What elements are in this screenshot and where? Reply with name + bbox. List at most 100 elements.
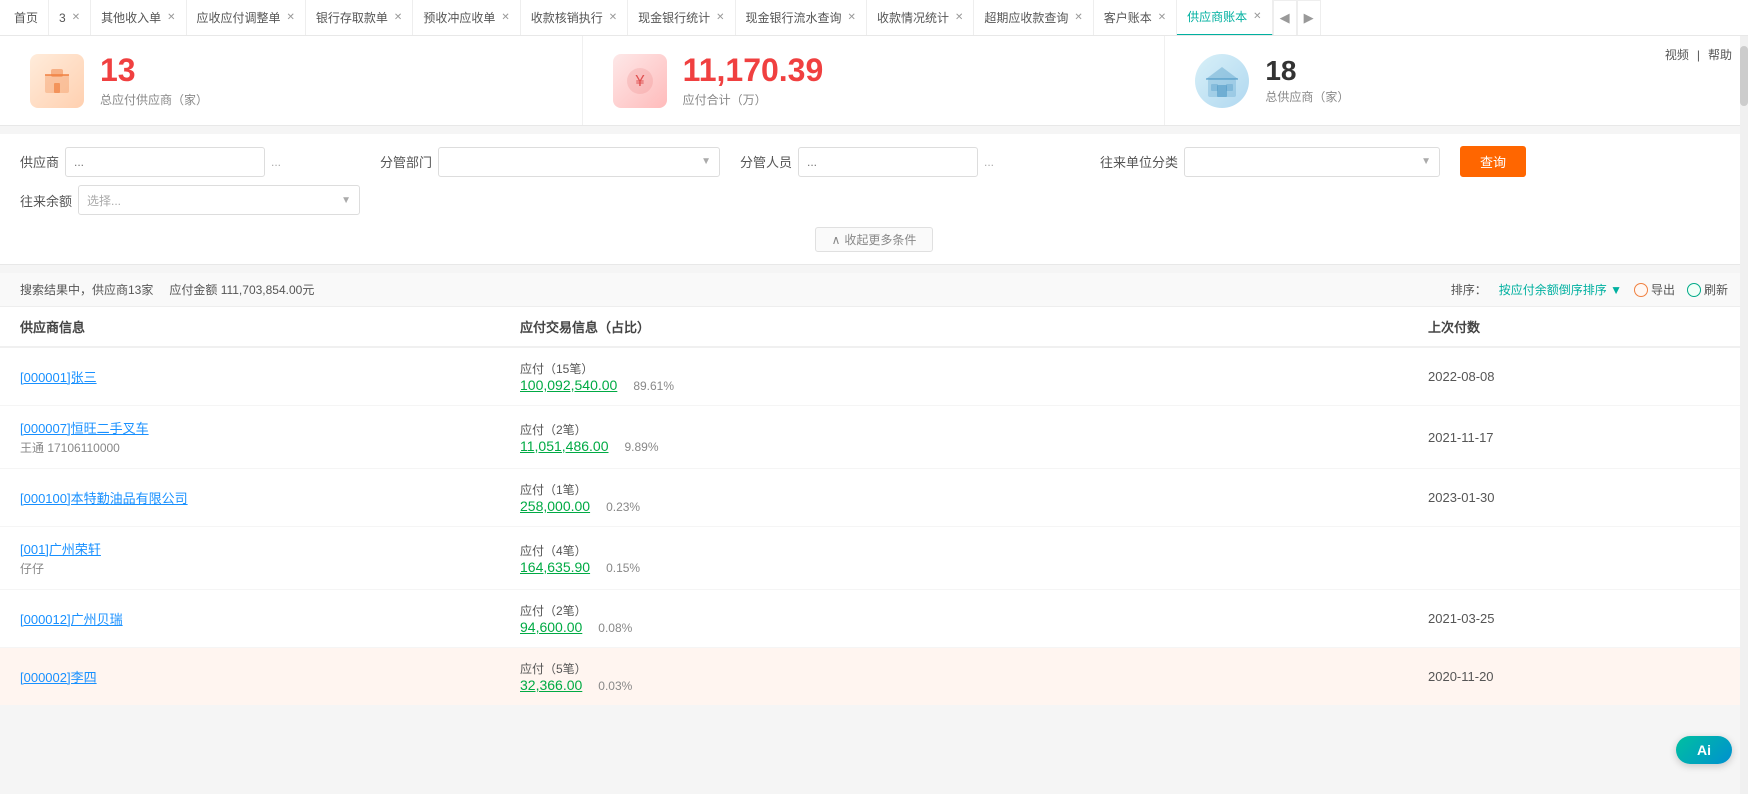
table-row: [000002]李四 应付（5笔） 32,366.00 0.03% 2020-1… bbox=[0, 648, 1748, 706]
supplier-name-link[interactable]: [000012]广州贝瑞 bbox=[20, 609, 520, 628]
supplier-name-link[interactable]: [000100]本特勤油品有限公司 bbox=[20, 488, 520, 507]
supplier-name-link[interactable]: [001]广州荣轩 bbox=[20, 539, 520, 558]
table-header: 供应商信息 应付交易信息（占比） 上次付数 bbox=[0, 307, 1748, 348]
close-icon[interactable]: ✕ bbox=[716, 12, 724, 23]
close-icon[interactable]: ✕ bbox=[1253, 11, 1261, 22]
supplier-name-link[interactable]: [000001]张三 bbox=[20, 367, 520, 386]
nav-tab-other-income-label: 其他收入单 bbox=[101, 9, 161, 26]
close-icon[interactable]: ✕ bbox=[848, 12, 856, 23]
nav-tab-collection-exec[interactable]: 收款核销执行 ✕ bbox=[521, 0, 628, 36]
balance-select[interactable]: 选择... ▼ bbox=[78, 185, 360, 215]
stat-payable-total: ¥ 11,170.39 应付合计（万） bbox=[583, 36, 1166, 125]
shop-icon bbox=[1195, 54, 1249, 108]
sort-select[interactable]: 按应付余额倒序排序 ▼ bbox=[1499, 281, 1622, 298]
supplier-info-col: [000012]广州贝瑞 bbox=[20, 602, 520, 635]
supplier-name-link[interactable]: [000002]李四 bbox=[20, 667, 520, 686]
tx-amount-link[interactable]: 258,000.00 bbox=[520, 498, 590, 514]
stat-payable-text: 11,170.39 应付合计（万） bbox=[683, 53, 824, 107]
close-icon[interactable]: ✕ bbox=[609, 12, 617, 23]
supplier-info-col: [000007]恒旺二手叉车 王通 17106110000 bbox=[20, 418, 520, 456]
tx-info: 100,092,540.00 89.61% bbox=[520, 377, 1428, 393]
close-icon[interactable]: ✕ bbox=[72, 12, 80, 23]
collapse-button[interactable]: ∧ 收起更多条件 bbox=[815, 227, 934, 252]
last-payment-date: 2020-11-20 bbox=[1428, 669, 1494, 684]
total-suppliers-number: 13 bbox=[100, 53, 208, 88]
nav-tab-supplier-book[interactable]: 供应商账本 ✕ bbox=[1177, 0, 1272, 36]
payable-total-number: 11,170.39 bbox=[683, 53, 824, 88]
tx-amount-link[interactable]: 100,092,540.00 bbox=[520, 377, 617, 393]
nav-tab-home[interactable]: 首页 bbox=[4, 0, 49, 36]
export-button[interactable]: 导出 bbox=[1634, 281, 1675, 298]
tx-amount-link[interactable]: 32,366.00 bbox=[520, 677, 582, 693]
stat-all-suppliers: 18 总供应商（家） bbox=[1165, 36, 1748, 125]
nav-next-button[interactable]: ▶ bbox=[1297, 0, 1321, 36]
person-filter: 分管人员 ... bbox=[740, 147, 1080, 177]
person-input[interactable] bbox=[798, 147, 978, 177]
balance-filter-label: 往来余额 bbox=[20, 191, 72, 210]
tx-amount-link[interactable]: 11,051,486.00 bbox=[520, 438, 609, 454]
last-payment-date: 2021-03-25 bbox=[1428, 611, 1495, 626]
ai-assistant-button[interactable]: Ai bbox=[1676, 736, 1732, 764]
supplier-name-link[interactable]: [000007]恒旺二手叉车 bbox=[20, 418, 520, 437]
help-link[interactable]: 帮助 bbox=[1708, 46, 1732, 63]
nav-tab-pre-receive[interactable]: 预收冲应收单 ✕ bbox=[413, 0, 520, 36]
last-payment-date: 2021-11-17 bbox=[1428, 430, 1494, 445]
chevron-down-icon: ▼ bbox=[341, 195, 351, 206]
nav-tab-cash-flow-label: 现金银行流水查询 bbox=[746, 9, 842, 26]
col-header-transaction: 应付交易信息（占比） bbox=[520, 317, 1428, 336]
stats-bar: 13 总应付供应商（家） ¥ 11,170.39 应付合计（万） bbox=[0, 36, 1748, 126]
money-icon: ¥ bbox=[613, 54, 667, 108]
nav-tab-other-income[interactable]: 其他收入单 ✕ bbox=[91, 0, 186, 36]
tx-percent: 9.89% bbox=[625, 440, 659, 454]
tx-percent: 0.23% bbox=[606, 500, 640, 514]
close-icon[interactable]: ✕ bbox=[1074, 12, 1082, 23]
nav-tab-home-label: 首页 bbox=[14, 9, 38, 26]
nav-tab-collection-stat[interactable]: 收款情况统计 ✕ bbox=[867, 0, 974, 36]
balance-placeholder: 选择... bbox=[87, 192, 121, 209]
last-payment-col: 2020-11-20 bbox=[1428, 660, 1728, 693]
close-icon[interactable]: ✕ bbox=[167, 12, 175, 23]
nav-tab-3[interactable]: 3 ✕ bbox=[49, 0, 91, 36]
sort-value-label: 按应付余额倒序排序 bbox=[1499, 283, 1607, 297]
tx-label: 应付（4笔） bbox=[520, 542, 1428, 559]
supplier-sub: 王通 17106110000 bbox=[20, 439, 520, 456]
table-row: [000001]张三 应付（15笔） 100,092,540.00 89.61%… bbox=[0, 348, 1748, 406]
refresh-icon bbox=[1687, 283, 1701, 297]
nav-tab-bank-deposit[interactable]: 银行存取款单 ✕ bbox=[306, 0, 413, 36]
tx-amount-link[interactable]: 94,600.00 bbox=[520, 619, 582, 635]
last-payment-col: 2022-08-08 bbox=[1428, 360, 1728, 393]
video-link[interactable]: 视频 bbox=[1665, 46, 1689, 63]
supplier-table: 供应商信息 应付交易信息（占比） 上次付数 [000001]张三 应付（15笔）… bbox=[0, 307, 1748, 706]
tx-percent: 0.15% bbox=[606, 561, 640, 575]
close-icon[interactable]: ✕ bbox=[394, 12, 402, 23]
close-icon[interactable]: ✕ bbox=[501, 12, 509, 23]
nav-tab-adjust[interactable]: 应收应付调整单 ✕ bbox=[187, 0, 306, 36]
total-suppliers-label: 总应付供应商（家） bbox=[100, 91, 208, 108]
close-icon[interactable]: ✕ bbox=[1158, 12, 1166, 23]
tx-label: 应付（2笔） bbox=[520, 421, 1428, 438]
nav-tab-cash-flow[interactable]: 现金银行流水查询 ✕ bbox=[736, 0, 867, 36]
nav-tab-adjust-label: 应收应付调整单 bbox=[197, 9, 281, 26]
nav-tab-pre-receive-label: 预收冲应收单 bbox=[423, 9, 495, 26]
transaction-col: 应付（1笔） 258,000.00 0.23% bbox=[520, 481, 1428, 514]
nav-prev-button[interactable]: ◀ bbox=[1273, 0, 1297, 36]
category-select[interactable]: ▼ bbox=[1184, 147, 1440, 177]
dept-filter: 分管部门 ▼ bbox=[380, 147, 720, 177]
close-icon[interactable]: ✕ bbox=[955, 12, 963, 23]
nav-tab-cash-stat[interactable]: 现金银行统计 ✕ bbox=[628, 0, 735, 36]
nav-tab-customer-book[interactable]: 客户账本 ✕ bbox=[1094, 0, 1177, 36]
supplier-dots: ... bbox=[271, 155, 281, 169]
nav-tab-overdue[interactable]: 超期应收款查询 ✕ bbox=[974, 0, 1093, 36]
table-row: [000100]本特勤油品有限公司 应付（1笔） 258,000.00 0.23… bbox=[0, 469, 1748, 527]
close-icon[interactable]: ✕ bbox=[287, 12, 295, 23]
person-dots: ... bbox=[984, 155, 994, 169]
scrollbar-thumb[interactable] bbox=[1740, 46, 1748, 106]
col-header-last-payment: 上次付数 bbox=[1428, 317, 1728, 336]
dept-select[interactable]: ▼ bbox=[438, 147, 720, 177]
tx-amount-link[interactable]: 164,635.90 bbox=[520, 559, 590, 575]
refresh-button[interactable]: 刷新 bbox=[1687, 281, 1728, 298]
top-navigation: 首页 3 ✕ 其他收入单 ✕ 应收应付调整单 ✕ 银行存取款单 ✕ 预收冲应收单… bbox=[0, 0, 1748, 36]
query-button[interactable]: 查询 bbox=[1460, 146, 1526, 177]
supplier-input[interactable] bbox=[65, 147, 265, 177]
scrollbar-track[interactable] bbox=[1740, 36, 1748, 794]
